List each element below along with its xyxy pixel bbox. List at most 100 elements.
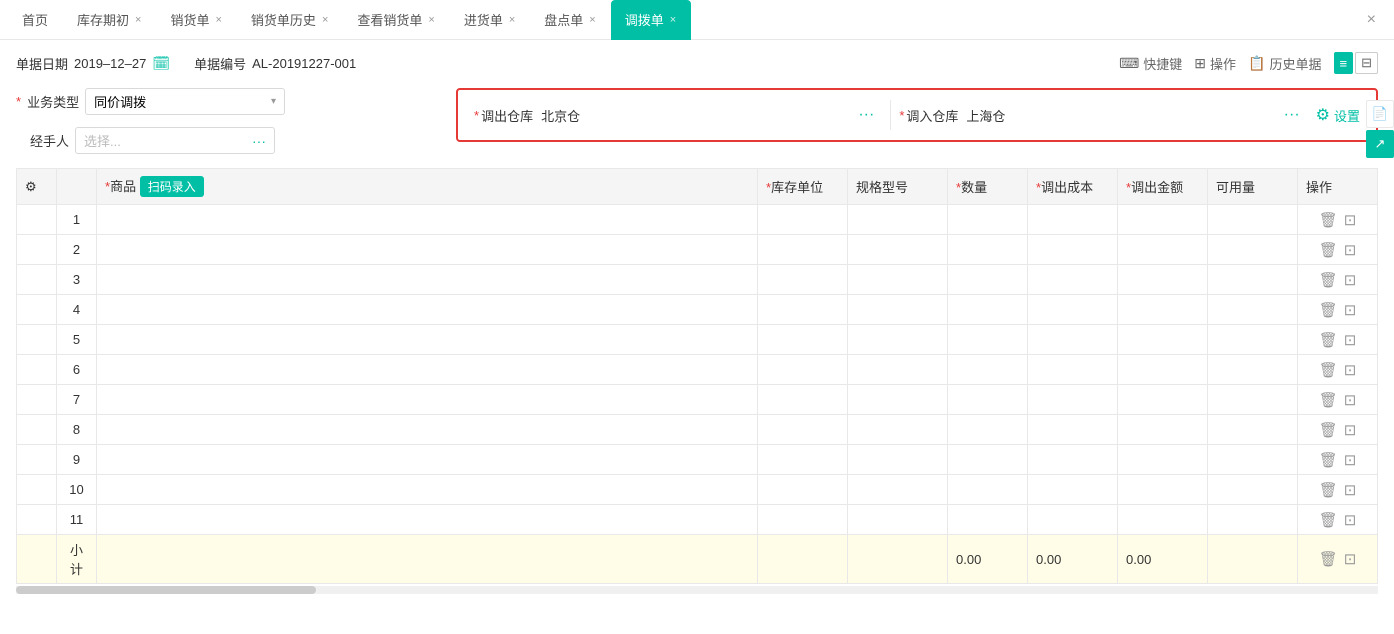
row-cost-cell[interactable] [1028,355,1118,385]
row-goods-cell[interactable] [97,295,758,325]
tab-inventory-check[interactable]: 盘点单 × [530,0,610,40]
row-qty-cell[interactable] [948,445,1028,475]
row-spec-cell[interactable] [848,505,948,535]
sidebar-doc-button[interactable]: 📄 [1366,100,1394,128]
row-goods-cell[interactable] [97,205,758,235]
row-qty-cell[interactable] [948,385,1028,415]
row-amount-cell[interactable] [1118,295,1208,325]
row-unit-cell[interactable] [758,265,848,295]
sidebar-link-button[interactable]: ↗ [1366,130,1394,158]
scroll-bar-area[interactable] [16,586,1378,594]
row-amount-cell[interactable] [1118,415,1208,445]
row-cost-cell[interactable] [1028,445,1118,475]
handler-more-icon[interactable]: ··· [252,133,266,149]
row-spec-cell[interactable] [848,475,948,505]
copy-icon[interactable]: ⊡ [1344,391,1357,409]
row-goods-cell[interactable] [97,355,758,385]
delete-icon[interactable]: 🗑 [1319,391,1338,409]
row-goods-cell[interactable] [97,385,758,415]
tab-sales-order-close[interactable]: × [215,14,221,26]
row-goods-cell[interactable] [97,265,758,295]
tab-home[interactable]: 首页 [8,0,63,40]
copy-icon[interactable]: ⊡ [1344,331,1357,349]
row-cost-cell[interactable] [1028,475,1118,505]
tab-inventory-init[interactable]: 库存期初 × [63,0,156,40]
copy-icon[interactable]: ⊡ [1344,361,1357,379]
settings-text[interactable]: 设置 [1334,106,1360,125]
row-amount-cell[interactable] [1118,355,1208,385]
row-unit-cell[interactable] [758,355,848,385]
row-spec-cell[interactable] [848,325,948,355]
tab-transfer-order[interactable]: 调拨单 × [611,0,691,40]
row-unit-cell[interactable] [758,415,848,445]
row-spec-cell[interactable] [848,295,948,325]
row-spec-cell[interactable] [848,265,948,295]
row-goods-cell[interactable] [97,235,758,265]
row-unit-cell[interactable] [758,295,848,325]
row-amount-cell[interactable] [1118,505,1208,535]
copy-icon[interactable]: ⊡ [1344,481,1357,499]
row-cost-cell[interactable] [1028,205,1118,235]
delete-icon[interactable]: 🗑 [1319,481,1338,499]
row-goods-cell[interactable] [97,505,758,535]
row-spec-cell[interactable] [848,385,948,415]
row-spec-cell[interactable] [848,235,948,265]
tab-sales-history-close[interactable]: × [322,14,328,26]
shortcuts-button[interactable]: ⌨ 快捷键 [1119,54,1182,73]
row-spec-cell[interactable] [848,355,948,385]
row-spec-cell[interactable] [848,205,948,235]
tab-sales-order[interactable]: 销货单 × [156,0,236,40]
row-cost-cell[interactable] [1028,505,1118,535]
copy-icon[interactable]: ⊡ [1344,301,1357,319]
row-cost-cell[interactable] [1028,385,1118,415]
delete-icon[interactable]: 🗑 [1319,301,1338,319]
row-qty-cell[interactable] [948,265,1028,295]
tab-purchase-order-close[interactable]: × [509,14,515,26]
row-spec-cell[interactable] [848,445,948,475]
transfer-in-more[interactable]: ··· [1276,106,1308,124]
row-amount-cell[interactable] [1118,325,1208,355]
tab-purchase-order[interactable]: 进货单 × [450,0,530,40]
row-goods-cell[interactable] [97,325,758,355]
row-cost-cell[interactable] [1028,265,1118,295]
subtotal-delete-icon[interactable]: 🗑 [1319,550,1338,568]
row-amount-cell[interactable] [1118,265,1208,295]
window-close-button[interactable]: × [1357,11,1386,29]
tab-sales-history[interactable]: 销货单历史 × [237,0,343,40]
copy-icon[interactable]: ⊡ [1344,451,1357,469]
row-cost-cell[interactable] [1028,415,1118,445]
row-amount-cell[interactable] [1118,445,1208,475]
delete-icon[interactable]: 🗑 [1319,271,1338,289]
delete-icon[interactable]: 🗑 [1319,511,1338,529]
col-header-settings[interactable]: ⚙ [17,169,57,205]
delete-icon[interactable]: 🗑 [1319,451,1338,469]
row-qty-cell[interactable] [948,355,1028,385]
list-view-button[interactable]: ≡ [1334,52,1354,74]
business-type-select[interactable]: 同价调拨 ▾ [85,88,285,115]
transfer-out-more[interactable]: ··· [850,106,882,124]
tab-inventory-check-close[interactable]: × [589,14,595,26]
delete-icon[interactable]: 🗑 [1319,361,1338,379]
row-qty-cell[interactable] [948,295,1028,325]
row-amount-cell[interactable] [1118,475,1208,505]
copy-icon[interactable]: ⊡ [1344,271,1357,289]
delete-icon[interactable]: 🗑 [1319,241,1338,259]
delete-icon[interactable]: 🗑 [1319,211,1338,229]
row-qty-cell[interactable] [948,325,1028,355]
row-unit-cell[interactable] [758,445,848,475]
tab-view-sales[interactable]: 查看销货单 × [343,0,449,40]
row-qty-cell[interactable] [948,415,1028,445]
subtotal-copy-icon[interactable]: ⊡ [1344,550,1357,568]
row-unit-cell[interactable] [758,475,848,505]
history-button[interactable]: 📋 历史单据 [1248,54,1321,73]
handler-select[interactable]: 选择... ··· [75,127,275,154]
row-qty-cell[interactable] [948,235,1028,265]
copy-icon[interactable]: ⊡ [1344,511,1357,529]
tab-inventory-init-close[interactable]: × [135,14,141,26]
row-spec-cell[interactable] [848,415,948,445]
settings-gear-icon[interactable]: ⚙ [1316,105,1330,125]
copy-icon[interactable]: ⊡ [1344,241,1357,259]
row-cost-cell[interactable] [1028,325,1118,355]
row-goods-cell[interactable] [97,415,758,445]
row-qty-cell[interactable] [948,205,1028,235]
